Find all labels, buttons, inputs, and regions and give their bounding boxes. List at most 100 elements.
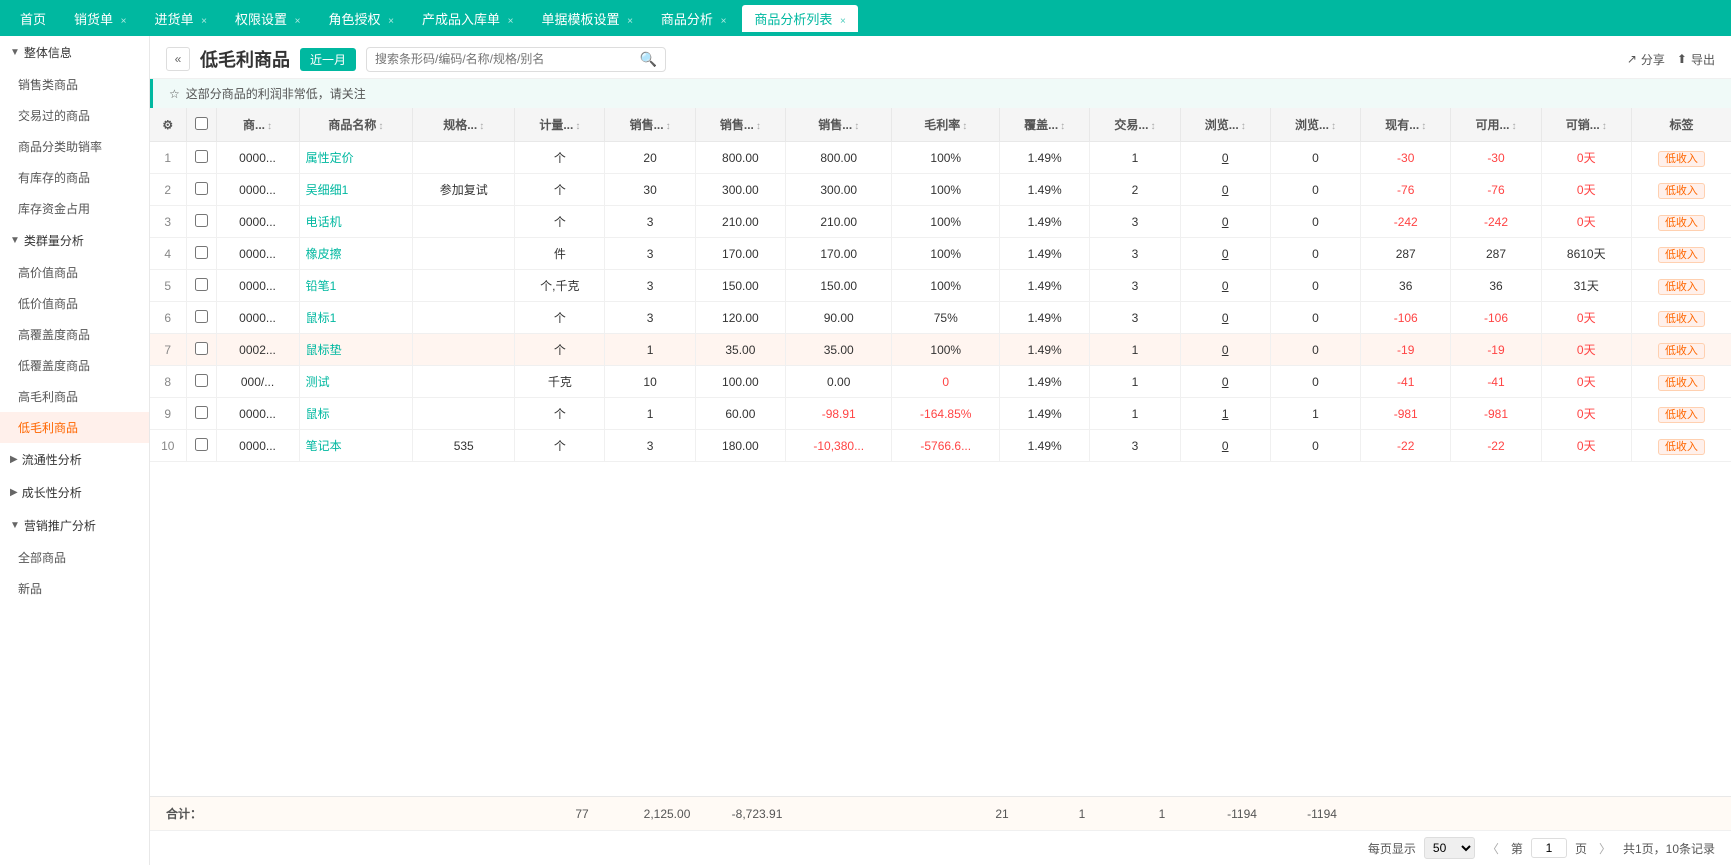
- sidebar-section-cluster[interactable]: ▼ 类群量分析: [0, 224, 149, 257]
- browse1-link[interactable]: 0: [1222, 375, 1229, 389]
- cell-name[interactable]: 笔记本: [299, 430, 413, 462]
- share-button[interactable]: ↗ 分享: [1627, 51, 1665, 68]
- cell-name[interactable]: 铅笔1: [299, 270, 413, 302]
- sidebar-item-low-margin[interactable]: 低毛利商品: [0, 412, 149, 443]
- row-checkbox[interactable]: [195, 214, 208, 227]
- per-page-select[interactable]: 50 100: [1424, 837, 1475, 859]
- col-sales3[interactable]: 销售...↕: [786, 108, 892, 142]
- nav-close-template[interactable]: ×: [627, 16, 633, 27]
- cell-browse1[interactable]: 0: [1180, 302, 1270, 334]
- row-checkbox[interactable]: [195, 310, 208, 323]
- sidebar-item-all-products[interactable]: 全部商品: [0, 542, 149, 573]
- sidebar-section-growth[interactable]: ▶ 成长性分析: [0, 476, 149, 509]
- col-sales2[interactable]: 销售...↕: [695, 108, 785, 142]
- sidebar-collapse-button[interactable]: «: [166, 47, 190, 71]
- cell-checkbox[interactable]: [186, 302, 216, 334]
- browse1-link[interactable]: 0: [1222, 247, 1229, 261]
- cell-browse1[interactable]: 0: [1180, 334, 1270, 366]
- nav-item-sales[interactable]: 销货单 ×: [62, 5, 138, 32]
- browse1-link[interactable]: 0: [1222, 279, 1229, 293]
- nav-item-analysis-list[interactable]: 商品分析列表 ×: [742, 5, 857, 32]
- cell-browse1[interactable]: 0: [1180, 142, 1270, 174]
- browse1-link[interactable]: 0: [1222, 183, 1229, 197]
- sidebar-item-category-assist[interactable]: 商品分类助销率: [0, 131, 149, 162]
- cell-name[interactable]: 属性定价: [299, 142, 413, 174]
- row-checkbox[interactable]: [195, 246, 208, 259]
- sidebar-item-sales-products[interactable]: 销售类商品: [0, 69, 149, 100]
- row-checkbox[interactable]: [195, 150, 208, 163]
- col-usable[interactable]: 可用...↕: [1451, 108, 1541, 142]
- row-checkbox[interactable]: [195, 278, 208, 291]
- browse1-link[interactable]: 0: [1222, 151, 1229, 165]
- sidebar-item-traded-products[interactable]: 交易过的商品: [0, 100, 149, 131]
- nav-close-sales[interactable]: ×: [121, 16, 127, 27]
- cell-checkbox[interactable]: [186, 430, 216, 462]
- col-settings[interactable]: ⚙: [150, 108, 186, 142]
- cell-checkbox[interactable]: [186, 206, 216, 238]
- row-checkbox[interactable]: [195, 374, 208, 387]
- cell-name[interactable]: 吴细细1: [299, 174, 413, 206]
- cell-name[interactable]: 鼠标1: [299, 302, 413, 334]
- sidebar-item-high-margin[interactable]: 高毛利商品: [0, 381, 149, 412]
- sidebar-item-high-value[interactable]: 高价值商品: [0, 257, 149, 288]
- cell-browse1[interactable]: 1: [1180, 398, 1270, 430]
- cell-browse1[interactable]: 0: [1180, 174, 1270, 206]
- col-gross[interactable]: 毛利率↕: [892, 108, 1000, 142]
- col-checkbox-all[interactable]: [186, 108, 216, 142]
- nav-item-home[interactable]: 首页: [8, 5, 58, 32]
- row-checkbox[interactable]: [195, 342, 208, 355]
- nav-close-purchase[interactable]: ×: [201, 16, 207, 27]
- nav-close-analysis[interactable]: ×: [721, 16, 727, 27]
- col-saleable[interactable]: 可销...↕: [1541, 108, 1631, 142]
- row-checkbox[interactable]: [195, 406, 208, 419]
- search-icon[interactable]: 🔍: [640, 51, 657, 68]
- cell-browse1[interactable]: 0: [1180, 238, 1270, 270]
- cell-browse1[interactable]: 0: [1180, 270, 1270, 302]
- sidebar-item-low-coverage[interactable]: 低覆盖度商品: [0, 350, 149, 381]
- search-input[interactable]: [375, 52, 640, 66]
- cell-browse1[interactable]: 0: [1180, 206, 1270, 238]
- cell-browse1[interactable]: 0: [1180, 430, 1270, 462]
- sidebar-item-stock-capital[interactable]: 库存资金占用: [0, 193, 149, 224]
- nav-item-permission[interactable]: 权限设置 ×: [223, 5, 312, 32]
- col-sales1[interactable]: 销售...↕: [605, 108, 695, 142]
- col-trade[interactable]: 交易...↕: [1090, 108, 1180, 142]
- nav-item-product-entry[interactable]: 产成品入库单 ×: [410, 5, 525, 32]
- browse1-link[interactable]: 0: [1222, 215, 1229, 229]
- col-name[interactable]: 商品名称↕: [299, 108, 413, 142]
- sidebar-section-overview[interactable]: ▼ 整体信息: [0, 36, 149, 69]
- sidebar-item-new-products[interactable]: 新品: [0, 573, 149, 604]
- export-button[interactable]: ⬆ 导出: [1677, 51, 1715, 68]
- nav-close-role[interactable]: ×: [388, 16, 394, 27]
- col-stock[interactable]: 现有...↕: [1361, 108, 1451, 142]
- col-spec[interactable]: 规格...↕: [413, 108, 515, 142]
- nav-item-analysis[interactable]: 商品分析 ×: [649, 5, 738, 32]
- cell-checkbox[interactable]: [186, 366, 216, 398]
- sidebar-item-low-value[interactable]: 低价值商品: [0, 288, 149, 319]
- sidebar-section-circulation[interactable]: ▶ 流通性分析: [0, 443, 149, 476]
- nav-close-product-entry[interactable]: ×: [508, 16, 514, 27]
- nav-close-analysis-list[interactable]: ×: [840, 16, 846, 27]
- col-cover[interactable]: 覆盖...↕: [1000, 108, 1090, 142]
- page-number-input[interactable]: [1531, 838, 1567, 858]
- browse1-link[interactable]: 0: [1222, 439, 1229, 453]
- time-filter-button[interactable]: 近一月: [300, 48, 356, 71]
- browse1-link[interactable]: 0: [1222, 343, 1229, 357]
- cell-checkbox[interactable]: [186, 174, 216, 206]
- col-code[interactable]: 商...↕: [216, 108, 299, 142]
- browse1-link[interactable]: 0: [1222, 311, 1229, 325]
- cell-name[interactable]: 电话机: [299, 206, 413, 238]
- sidebar-section-marketing[interactable]: ▼ 营销推广分析: [0, 509, 149, 542]
- cell-name[interactable]: 鼠标: [299, 398, 413, 430]
- cell-name[interactable]: 橡皮擦: [299, 238, 413, 270]
- sidebar-item-high-coverage[interactable]: 高覆盖度商品: [0, 319, 149, 350]
- cell-name[interactable]: 测试: [299, 366, 413, 398]
- browse1-link[interactable]: 1: [1222, 407, 1229, 421]
- select-all-checkbox[interactable]: [195, 117, 208, 130]
- cell-checkbox[interactable]: [186, 398, 216, 430]
- cell-checkbox[interactable]: [186, 334, 216, 366]
- cell-browse1[interactable]: 0: [1180, 366, 1270, 398]
- nav-close-permission[interactable]: ×: [295, 16, 301, 27]
- prev-page-button[interactable]: 〈: [1483, 838, 1503, 859]
- cell-checkbox[interactable]: [186, 238, 216, 270]
